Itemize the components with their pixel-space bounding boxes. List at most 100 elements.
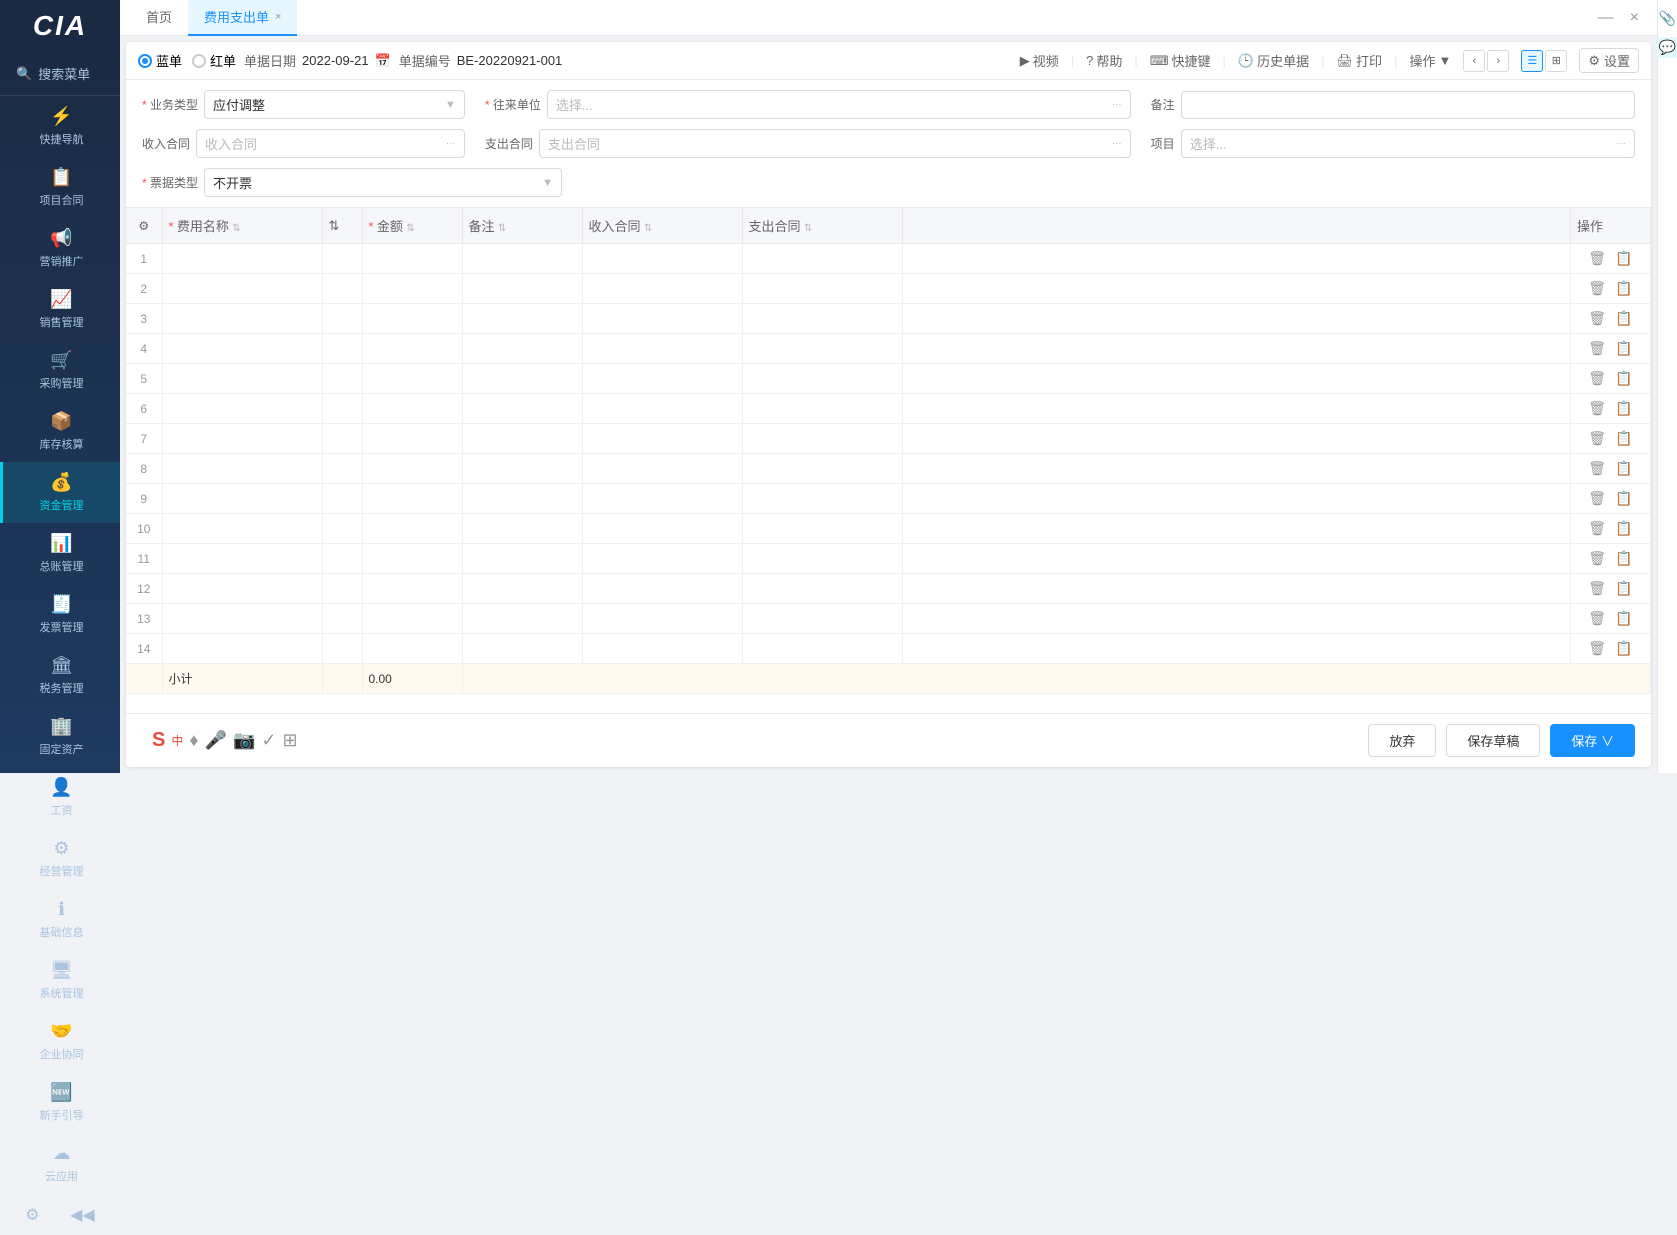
row-copy-btn[interactable]: 📋 [1612,250,1635,267]
operations-action[interactable]: 操作 ▼ [1409,51,1451,70]
sidebar-item-capital[interactable]: 💰 资金管理 [0,462,120,523]
row-delete-btn[interactable]: 🗑 [1585,280,1609,297]
row-extra[interactable] [902,244,1571,274]
row-sort[interactable] [322,274,362,304]
row-delete-btn[interactable]: 🗑 [1585,250,1609,267]
row-copy-btn[interactable]: 📋 [1612,340,1635,357]
row-amount[interactable] [362,244,462,274]
print-action[interactable]: 🖨 打印 [1337,51,1383,70]
sort-icon-note[interactable]: ⇅ [498,223,506,234]
row-sort[interactable] [322,634,362,664]
row-amount[interactable] [362,334,462,364]
tab-expense-bill[interactable]: 费用支出单 × [188,0,297,36]
sort-icon-expense[interactable]: ⇅ [232,223,240,234]
row-amount[interactable] [362,424,462,454]
sidebar-item-quick-nav[interactable]: ⚡ 快捷导航 [0,96,120,157]
row-delete-btn[interactable]: 🗑 [1585,400,1609,417]
sidebar-item-cloud[interactable]: ☁ 云应用 [0,1133,120,1194]
row-expense-contract[interactable] [742,454,902,484]
row-expense-name[interactable] [162,364,322,394]
row-expense-contract[interactable] [742,574,902,604]
row-copy-btn[interactable]: 📋 [1612,280,1635,297]
row-income-contract[interactable] [582,364,742,394]
row-sort[interactable] [322,394,362,424]
project-dots[interactable]: ··· [1616,138,1626,149]
help-action[interactable]: ? 帮助 [1086,51,1122,70]
row-income-contract[interactable] [582,604,742,634]
footer-icon-s[interactable]: S [152,729,165,752]
row-note[interactable] [462,274,582,304]
row-sort[interactable] [322,514,362,544]
row-extra[interactable] [902,304,1571,334]
row-expense-name[interactable] [162,454,322,484]
row-income-contract[interactable] [582,514,742,544]
row-expense-name[interactable] [162,334,322,364]
shortcuts-action[interactable]: ⌨ 快捷键 [1150,51,1211,70]
row-amount[interactable] [362,574,462,604]
row-income-contract[interactable] [582,274,742,304]
row-amount[interactable] [362,304,462,334]
calendar-icon[interactable]: 📅 [375,53,391,69]
row-amount[interactable] [362,484,462,514]
radio-blue[interactable]: 蓝单 [138,51,182,70]
comment-icon[interactable]: 💬 [1657,37,1677,58]
row-amount[interactable] [362,544,462,574]
row-extra[interactable] [902,634,1571,664]
row-expense-name[interactable] [162,574,322,604]
row-expense-name[interactable] [162,244,322,274]
row-expense-contract[interactable] [742,484,902,514]
row-note[interactable] [462,574,582,604]
sidebar-item-accounting[interactable]: 📊 总账管理 [0,523,120,584]
row-expense-contract[interactable] [742,364,902,394]
save-draft-button[interactable]: 保存草稿 [1446,724,1540,757]
row-sort[interactable] [322,304,362,334]
row-sort[interactable] [322,604,362,634]
row-note[interactable] [462,244,582,274]
row-amount[interactable] [362,634,462,664]
row-delete-btn[interactable]: 🗑 [1585,640,1609,657]
window-minimize-btn[interactable]: — [1590,9,1622,27]
row-note[interactable] [462,364,582,394]
row-extra[interactable] [902,604,1571,634]
row-sort[interactable] [322,544,362,574]
row-copy-btn[interactable]: 📋 [1612,430,1635,447]
row-expense-contract[interactable] [742,274,902,304]
row-note[interactable] [462,544,582,574]
row-delete-btn[interactable]: 🗑 [1585,550,1609,567]
sidebar-item-purchase[interactable]: 🛒 采购管理 [0,340,120,401]
volume-icon[interactable]: ◀◀ [70,1205,95,1225]
video-action[interactable]: ▶ 视频 [1020,51,1059,70]
row-extra[interactable] [902,274,1571,304]
sidebar-search[interactable]: 🔍 搜索菜单 [0,52,120,96]
row-extra[interactable] [902,484,1571,514]
remark-input[interactable] [1181,91,1635,119]
settings-bottom-icon[interactable]: ⚙ [25,1205,39,1225]
row-delete-btn[interactable]: 🗑 [1585,610,1609,627]
row-income-contract[interactable] [582,244,742,274]
partner-dots[interactable]: ··· [1112,99,1122,110]
row-copy-btn[interactable]: 📋 [1612,490,1635,507]
radio-red[interactable]: 红单 [192,51,236,70]
row-note[interactable] [462,484,582,514]
view-grid-btn[interactable]: ⊞ [1545,50,1567,72]
row-note[interactable] [462,334,582,364]
row-copy-btn[interactable]: 📋 [1612,640,1635,657]
col-header-sort[interactable]: ⇅ [322,208,362,244]
row-copy-btn[interactable]: 📋 [1612,370,1635,387]
row-extra[interactable] [902,544,1571,574]
sort-icon-amount[interactable]: ⇅ [406,223,414,234]
sort-icon-expense-contract[interactable]: ⇅ [804,223,812,234]
row-copy-btn[interactable]: 📋 [1612,460,1635,477]
row-delete-btn[interactable]: 🗑 [1585,340,1609,357]
footer-icon-check[interactable]: ✓ [261,730,276,751]
sidebar-item-enterprise[interactable]: 🤝 企业协同 [0,1011,120,1072]
history-action[interactable]: 🕒 历史单据 [1238,51,1309,70]
row-expense-name[interactable] [162,604,322,634]
sidebar-item-project-contract[interactable]: 📋 项目合同 [0,157,120,218]
row-amount[interactable] [362,274,462,304]
row-expense-name[interactable] [162,304,322,334]
row-amount[interactable] [362,514,462,544]
row-expense-contract[interactable] [742,634,902,664]
settings-button[interactable]: ⚙ 设置 [1579,48,1639,73]
row-sort[interactable] [322,454,362,484]
